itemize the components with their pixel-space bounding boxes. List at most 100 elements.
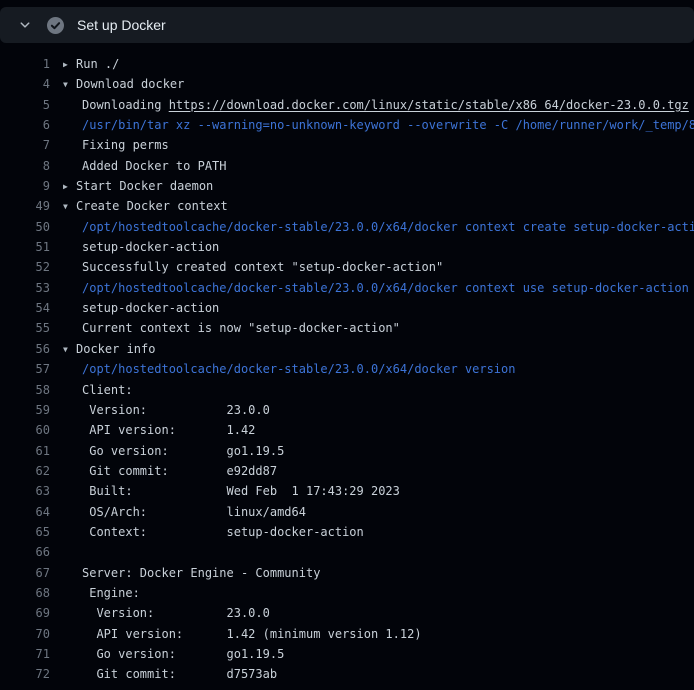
log-row: 50/opt/hostedtoolcache/docker-stable/23.… <box>0 217 694 237</box>
line-number[interactable]: 50 <box>0 217 50 237</box>
log-command-text: /opt/hostedtoolcache/docker-stable/23.0.… <box>82 217 694 237</box>
log-group-row[interactable]: 4 ▼Download docker <box>0 74 694 94</box>
log-row: 51 setup-docker-action <box>0 237 694 257</box>
check-circle-icon <box>47 17 64 34</box>
log-text: Current context is now "setup-docker-act… <box>82 318 400 338</box>
line-number[interactable]: 59 <box>0 400 50 420</box>
line-number[interactable]: 68 <box>0 583 50 603</box>
log-command-text: /opt/hostedtoolcache/docker-stable/23.0.… <box>82 359 515 379</box>
line-number[interactable]: 51 <box>0 237 50 257</box>
log-group-row[interactable]: 56 ▼Docker info <box>0 339 694 359</box>
line-number[interactable]: 67 <box>0 563 50 583</box>
log-text: Server: Docker Engine - Community <box>82 563 320 583</box>
triangle-down-icon[interactable]: ▼ <box>63 340 76 359</box>
log-text: Added Docker to PATH <box>82 156 227 176</box>
log-text: Git commit: d7573ab <box>82 664 277 684</box>
group-toggle[interactable]: ▼Download docker <box>63 74 184 94</box>
log-text: Engine: <box>82 583 140 603</box>
log-command-text: /opt/hostedtoolcache/docker-stable/23.0.… <box>82 278 689 298</box>
log-row: 59 Version: 23.0.0 <box>0 400 694 420</box>
line-number[interactable]: 6 <box>0 115 50 135</box>
log-text: Downloading https://download.docker.com/… <box>82 95 689 115</box>
group-toggle[interactable]: ▶Start Docker daemon <box>63 176 213 196</box>
log-row: 63 Built: Wed Feb 1 17:43:29 2023 <box>0 481 694 501</box>
log-row: 6/usr/bin/tar xz --warning=no-unknown-ke… <box>0 115 694 135</box>
log-text: Version: 23.0.0 <box>82 400 270 420</box>
line-number[interactable]: 64 <box>0 502 50 522</box>
log-group-row[interactable]: 9 ▶Start Docker daemon <box>0 176 694 196</box>
group-toggle[interactable]: ▼Docker info <box>63 339 155 359</box>
line-number[interactable]: 7 <box>0 135 50 155</box>
log-lines: 1▶Run ./4▼Download docker5Downloading ht… <box>0 54 694 685</box>
log-row: 67 Server: Docker Engine - Community <box>0 563 694 583</box>
log-group-row[interactable]: 1 ▶Run ./ <box>0 54 694 74</box>
log-row: 69 Version: 23.0.0 <box>0 603 694 623</box>
line-number[interactable]: 60 <box>0 420 50 440</box>
log-text: Go version: go1.19.5 <box>82 441 284 461</box>
log-text: Git commit: e92dd87 <box>82 461 277 481</box>
chevron-down-icon[interactable] <box>19 19 31 31</box>
line-number[interactable]: 54 <box>0 298 50 318</box>
line-number[interactable]: 55 <box>0 318 50 338</box>
log-command-text: /usr/bin/tar xz --warning=no-unknown-key… <box>82 115 694 135</box>
group-label: Docker info <box>76 342 155 356</box>
log-row: 60 API version: 1.42 <box>0 420 694 440</box>
triangle-down-icon[interactable]: ▼ <box>63 197 76 216</box>
group-label: Start Docker daemon <box>76 179 213 193</box>
line-number[interactable]: 52 <box>0 257 50 277</box>
log-text: Version: 23.0.0 <box>82 603 270 623</box>
log-text: OS/Arch: linux/amd64 <box>82 502 306 522</box>
step-header[interactable]: Set up Docker <box>0 7 694 43</box>
line-number[interactable]: 71 <box>0 644 50 664</box>
line-number[interactable]: 69 <box>0 603 50 623</box>
line-number[interactable]: 53 <box>0 278 50 298</box>
log-row: 68 Engine: <box>0 583 694 603</box>
line-number[interactable]: 5 <box>0 95 50 115</box>
line-number[interactable]: 62 <box>0 461 50 481</box>
log-row: 61 Go version: go1.19.5 <box>0 441 694 461</box>
log-row: 71 Go version: go1.19.5 <box>0 644 694 664</box>
triangle-down-icon[interactable]: ▼ <box>63 75 76 94</box>
log-text: Go version: go1.19.5 <box>82 644 284 664</box>
group-toggle[interactable]: ▼Create Docker context <box>63 196 228 216</box>
line-number[interactable]: 70 <box>0 624 50 644</box>
log-row: 55 Current context is now "setup-docker-a… <box>0 318 694 338</box>
line-number[interactable]: 4 <box>0 74 50 94</box>
triangle-right-icon[interactable]: ▶ <box>63 55 76 74</box>
line-number[interactable]: 65 <box>0 522 50 542</box>
line-number[interactable]: 58 <box>0 380 50 400</box>
log-link[interactable]: https://download.docker.com/linux/static… <box>169 98 689 112</box>
line-number[interactable]: 66 <box>0 542 50 562</box>
line-number[interactable]: 56 <box>0 339 50 359</box>
log-text: API version: 1.42 <box>82 420 255 440</box>
log-text: API version: 1.42 (minimum version 1.12) <box>82 624 422 644</box>
log-group-row[interactable]: 49 ▼Create Docker context <box>0 196 694 216</box>
log-row: 70 API version: 1.42 (minimum version 1.… <box>0 624 694 644</box>
group-toggle[interactable]: ▶Run ./ <box>63 54 119 74</box>
log-text: setup-docker-action <box>82 298 219 318</box>
line-number[interactable]: 72 <box>0 664 50 684</box>
log-row: 5 Downloading https://download.docker.com… <box>0 95 694 115</box>
log-row: 54 setup-docker-action <box>0 298 694 318</box>
log-row: 72 Git commit: d7573ab <box>0 664 694 684</box>
line-number[interactable]: 49 <box>0 196 50 216</box>
log-text: Fixing perms <box>82 135 169 155</box>
log-row: 7 Fixing perms <box>0 135 694 155</box>
log-row: 52Successfully created context "setup-do… <box>0 257 694 277</box>
line-number[interactable]: 57 <box>0 359 50 379</box>
log-row: 57/opt/hostedtoolcache/docker-stable/23.… <box>0 359 694 379</box>
step-title: Set up Docker <box>77 17 166 33</box>
log-row: 58 Client: <box>0 380 694 400</box>
line-number[interactable]: 63 <box>0 481 50 501</box>
log-text: setup-docker-action <box>82 237 219 257</box>
line-number[interactable]: 9 <box>0 176 50 196</box>
line-number[interactable]: 8 <box>0 156 50 176</box>
group-label: Download docker <box>76 77 184 91</box>
group-label: Run ./ <box>76 57 119 71</box>
log-row: 62 Git commit: e92dd87 <box>0 461 694 481</box>
line-number[interactable]: 1 <box>0 54 50 74</box>
line-number[interactable]: 61 <box>0 441 50 461</box>
triangle-right-icon[interactable]: ▶ <box>63 177 76 196</box>
log-text: Context: setup-docker-action <box>82 522 364 542</box>
log-text: Client: <box>82 380 133 400</box>
